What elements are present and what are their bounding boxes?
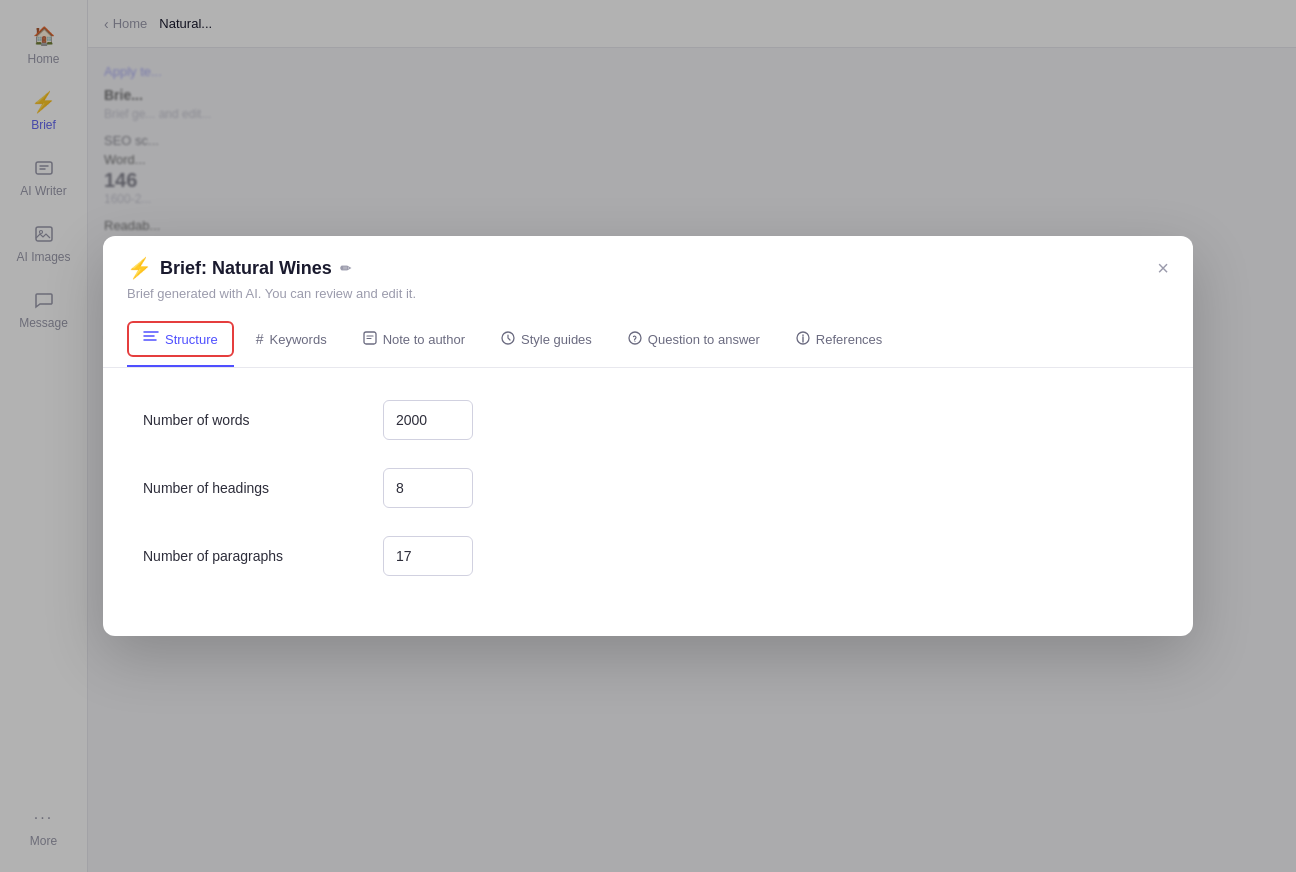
num-paragraphs-label: Number of paragraphs: [143, 548, 343, 564]
tab-question-to-answer[interactable]: Question to answer: [610, 313, 778, 367]
question-tab-icon: [628, 331, 642, 348]
num-paragraphs-row: Number of paragraphs: [143, 536, 1153, 576]
tab-keywords-label: Keywords: [270, 332, 327, 347]
keywords-tab-icon: #: [256, 331, 264, 347]
num-paragraphs-input[interactable]: [383, 536, 473, 576]
modal-brief: ⚡ Brief: Natural Wines ✏ × Brief generat…: [103, 236, 1193, 636]
svg-point-5: [629, 332, 641, 344]
svg-point-6: [634, 341, 635, 342]
modal-body: Number of words Number of headings Numbe…: [103, 368, 1193, 636]
edit-title-icon[interactable]: ✏: [340, 261, 351, 276]
tab-note-label: Note to author: [383, 332, 465, 347]
num-words-row: Number of words: [143, 400, 1153, 440]
note-tab-icon: [363, 331, 377, 348]
modal-title: ⚡ Brief: Natural Wines ✏: [127, 256, 351, 280]
tab-style-label: Style guides: [521, 332, 592, 347]
structure-tab-icon: [143, 329, 159, 349]
tab-structure[interactable]: Structure: [127, 313, 234, 367]
modal-close-button[interactable]: ×: [1157, 258, 1169, 278]
tab-style-guides[interactable]: Style guides: [483, 313, 610, 367]
modal-tabs: Structure # Keywords Note to author: [127, 313, 1169, 367]
tab-question-label: Question to answer: [648, 332, 760, 347]
lightning-icon: ⚡: [127, 256, 152, 280]
style-tab-icon: [501, 331, 515, 348]
modal-subtitle: Brief generated with AI. You can review …: [127, 286, 1169, 301]
modal-title-row: ⚡ Brief: Natural Wines ✏ ×: [127, 256, 1169, 280]
num-headings-input[interactable]: [383, 468, 473, 508]
modal-header: ⚡ Brief: Natural Wines ✏ × Brief generat…: [103, 236, 1193, 368]
tab-references-label: References: [816, 332, 882, 347]
num-words-input[interactable]: [383, 400, 473, 440]
references-tab-icon: [796, 331, 810, 348]
tab-note-to-author[interactable]: Note to author: [345, 313, 483, 367]
num-headings-row: Number of headings: [143, 468, 1153, 508]
num-words-label: Number of words: [143, 412, 343, 428]
tab-references[interactable]: References: [778, 313, 900, 367]
num-headings-label: Number of headings: [143, 480, 343, 496]
tab-keywords[interactable]: # Keywords: [238, 313, 345, 367]
tab-structure-label: Structure: [165, 332, 218, 347]
